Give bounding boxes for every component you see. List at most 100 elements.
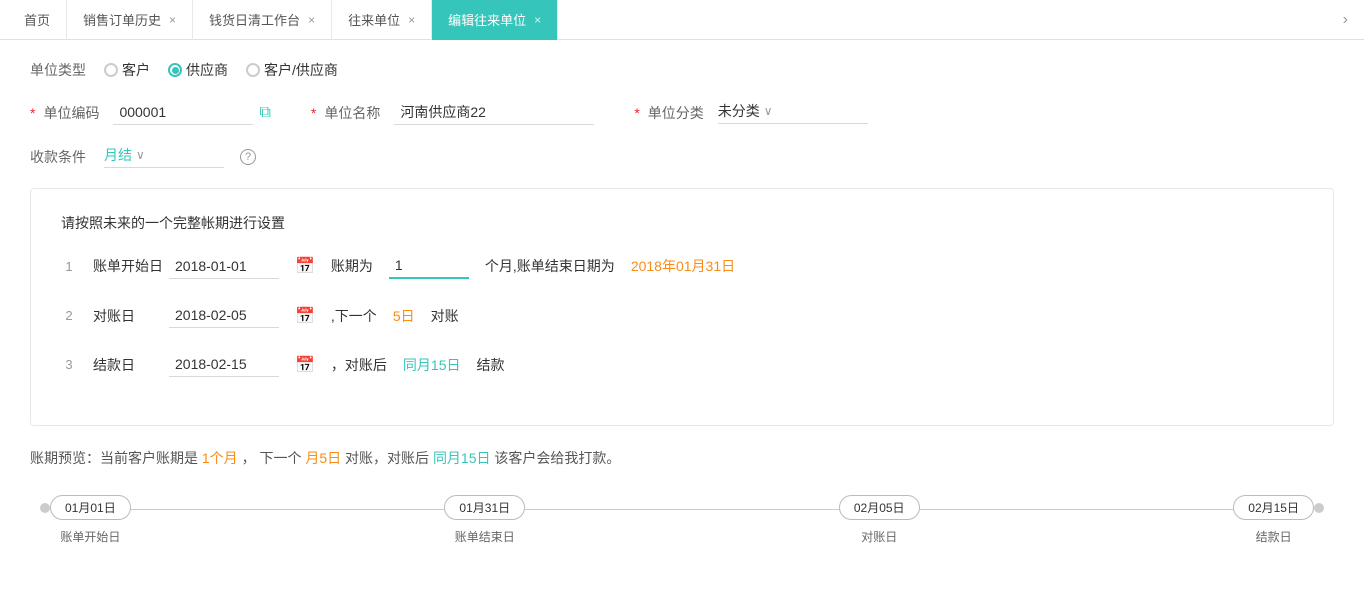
timeline-node-4: 02月15日 结款日: [1233, 495, 1314, 545]
payment-cond-dropdown[interactable]: 月结 ∨: [104, 145, 224, 168]
unit-code-label: 单位编码: [43, 103, 99, 123]
unit-name-input[interactable]: [394, 100, 594, 125]
timeline-right-dot: [1314, 503, 1324, 513]
timeline-bubble-1: 01月01日: [50, 495, 131, 520]
code-name-classify-row: * 单位编码 ⧉ * 单位名称 * 单位分类 未分类 ∨: [30, 100, 1334, 125]
unit-name-label: 单位名称: [324, 103, 380, 123]
payment-cond-row: 收款条件 月结 ∨ ?: [30, 145, 1334, 168]
timeline-label-1: 账单开始日: [60, 528, 120, 545]
timeline-bubble-2: 01月31日: [444, 495, 525, 520]
unit-code-input[interactable]: [113, 100, 253, 125]
preview-months: 1个月: [202, 450, 238, 466]
copy-icon[interactable]: ⧉: [259, 104, 270, 122]
unit-classify-dropdown[interactable]: 未分类 ∨: [718, 101, 868, 124]
section-title: 请按照未来的一个完整帐期进行设置: [61, 213, 1303, 233]
timeline-container: 01月01日 账单开始日 01月31日 账单结束日 02月05日 对账日 02月…: [30, 495, 1334, 545]
radio-both[interactable]: 客户/供应商: [246, 60, 338, 80]
row-type-3: 结款日: [93, 355, 153, 375]
period-setting-section: 请按照未来的一个完整帐期进行设置 1 账单开始日 📅 账期为 个月,账单结束日期…: [30, 188, 1334, 426]
main-content: 单位类型 客户 供应商 客户/供应商 * 单位编码 ⧉ *: [0, 40, 1364, 608]
timeline-left-dot: [40, 503, 50, 513]
tab-edit-partner-label: 编辑往来单位: [448, 10, 526, 29]
payment-prefix: ，对账后: [331, 355, 387, 375]
chevron-down-icon: ∨: [136, 148, 145, 162]
tab-cash-work[interactable]: 钱货日清工作台 ×: [193, 0, 332, 40]
tab-edit-partner[interactable]: 编辑往来单位 ×: [432, 0, 558, 40]
recon-prefix: ,下一个: [331, 306, 377, 326]
timeline-node-1: 01月01日 账单开始日: [50, 495, 131, 545]
unit-code-field: * 单位编码 ⧉: [30, 100, 271, 125]
tab-sales-history-label: 销售订单历史: [83, 10, 161, 29]
preview-recon-prefix: 下一个: [259, 450, 301, 466]
unit-classify-field: * 单位分类 未分类 ∨: [634, 101, 867, 124]
radio-circle-customer: [104, 63, 118, 77]
calendar-icon-1[interactable]: 📅: [295, 256, 315, 276]
radio-both-label: 客户/供应商: [264, 60, 338, 80]
preview-recon-suffix: 对账，对账后: [345, 450, 429, 466]
required-star-name: *: [311, 105, 316, 121]
timeline-bubble-3: 02月05日: [839, 495, 920, 520]
timeline-node-2: 01月31日 账单结束日: [444, 495, 525, 545]
unit-name-field: * 单位名称: [311, 100, 594, 125]
row-num-3: 3: [61, 357, 77, 372]
tab-partners-label: 往来单位: [348, 10, 400, 29]
radio-supplier-label: 供应商: [186, 60, 228, 80]
recon-highlight: 5日: [393, 306, 415, 326]
preview-prefix: 账期预览：当前客户账期是: [30, 450, 198, 466]
timeline-label-4: 结款日: [1256, 528, 1292, 545]
unit-classify-label: 单位分类: [648, 103, 704, 123]
unit-type-row: 单位类型 客户 供应商 客户/供应商: [30, 60, 1334, 80]
radio-customer[interactable]: 客户: [104, 60, 150, 80]
preview-sep1: ，: [242, 450, 256, 466]
close-icon[interactable]: ×: [534, 13, 541, 27]
preview-text: 账期预览：当前客户账期是 1个月 ， 下一个 月5日 对账，对账后 同月15日 …: [30, 446, 1334, 471]
preview-end: 该客户会给我打款。: [494, 450, 620, 466]
tab-cash-work-label: 钱货日清工作台: [209, 10, 300, 29]
required-star-code: *: [30, 105, 35, 121]
preview-recon-day: 月5日: [305, 450, 341, 466]
chevron-down-icon: ∨: [764, 104, 773, 118]
setting-row-1: 1 账单开始日 📅 账期为 个月,账单结束日期为 2018年01月31日: [61, 253, 1303, 279]
payment-suffix: 结款: [477, 355, 505, 375]
help-icon[interactable]: ?: [240, 149, 256, 165]
setting-row-3: 3 结款日 📅 ，对账后 同月15日 结款: [61, 352, 1303, 377]
setting-row-2: 2 对账日 📅 ,下一个 5日 对账: [61, 303, 1303, 328]
tab-home[interactable]: 首页: [8, 0, 67, 40]
preview-payment-day: 同月15日: [433, 450, 491, 466]
period-value-input[interactable]: [389, 253, 469, 279]
row-num-1: 1: [61, 259, 77, 274]
unit-classify-value: 未分类: [718, 101, 760, 121]
unit-type-label: 单位类型: [30, 60, 86, 80]
payment-cond-label: 收款条件: [30, 147, 86, 167]
close-icon[interactable]: ×: [169, 13, 176, 27]
payment-date-input[interactable]: [169, 352, 279, 377]
calendar-icon-2[interactable]: 📅: [295, 306, 315, 326]
row-num-2: 2: [61, 308, 77, 323]
row-type-2: 对账日: [93, 306, 153, 326]
tab-partners[interactable]: 往来单位 ×: [332, 0, 432, 40]
payment-cond-value: 月结: [104, 145, 132, 165]
timeline-label-3: 对账日: [861, 528, 897, 545]
radio-circle-supplier: [168, 63, 182, 77]
start-date-input[interactable]: [169, 254, 279, 279]
required-star-classify: *: [634, 105, 639, 121]
timeline-label-2: 账单结束日: [455, 528, 515, 545]
close-icon[interactable]: ×: [408, 13, 415, 27]
timeline-bubble-4: 02月15日: [1233, 495, 1314, 520]
period-end-date: 2018年01月31日: [631, 256, 735, 276]
tab-home-label: 首页: [24, 10, 50, 29]
tabs-bar: 首页 销售订单历史 × 钱货日清工作台 × 往来单位 × 编辑往来单位 × ›: [0, 0, 1364, 40]
payment-highlight: 同月15日: [403, 355, 461, 375]
timeline-node-3: 02月05日 对账日: [839, 495, 920, 545]
tabs-arrow[interactable]: ›: [1335, 11, 1356, 29]
radio-supplier[interactable]: 供应商: [168, 60, 228, 80]
recon-date-input[interactable]: [169, 303, 279, 328]
period-label: 账期为: [331, 256, 373, 276]
recon-suffix: 对账: [431, 306, 459, 326]
row-type-1: 账单开始日: [93, 256, 153, 276]
calendar-icon-3[interactable]: 📅: [295, 355, 315, 375]
radio-customer-label: 客户: [122, 60, 150, 80]
tab-sales-history[interactable]: 销售订单历史 ×: [67, 0, 193, 40]
period-suffix: 个月,账单结束日期为: [485, 256, 615, 276]
close-icon[interactable]: ×: [308, 13, 315, 27]
